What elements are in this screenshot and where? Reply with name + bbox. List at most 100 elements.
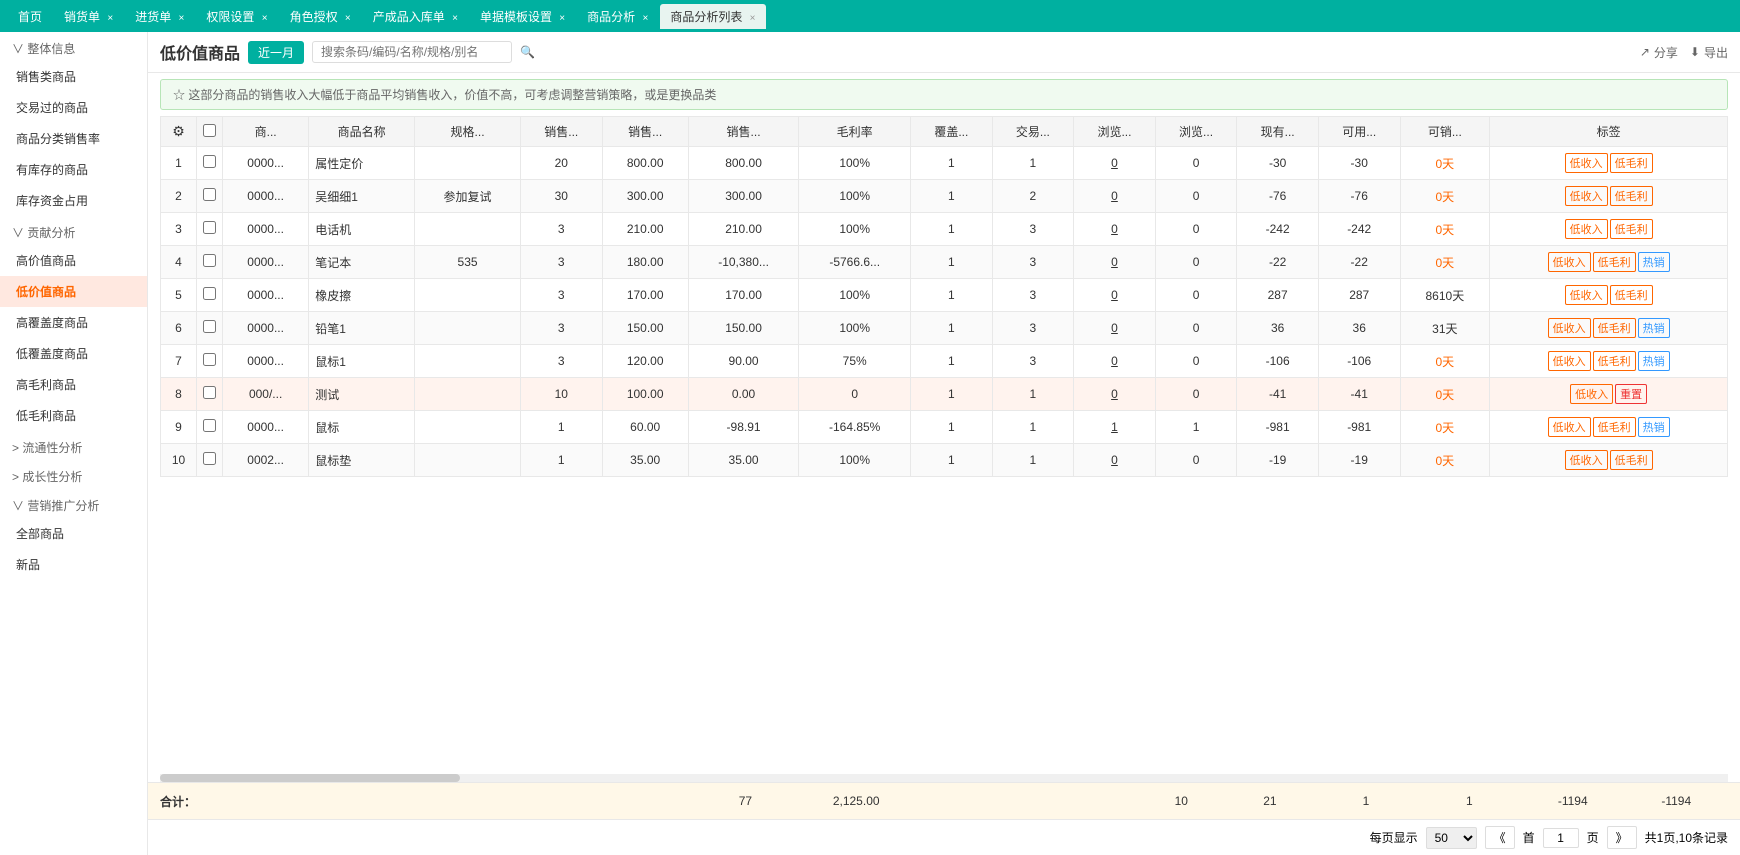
sidebar-group-marketing[interactable]: ∨ 营销推广分析: [0, 489, 147, 518]
view-link[interactable]: 0: [1111, 222, 1118, 236]
share-button[interactable]: ↗ 分享: [1640, 44, 1678, 61]
row-view1[interactable]: 0: [1074, 312, 1156, 345]
sidebar-group-contribution[interactable]: ∨ 贡献分析: [0, 216, 147, 245]
view-link[interactable]: 0: [1111, 255, 1118, 269]
page-number-input[interactable]: [1543, 828, 1579, 848]
nav-product-in[interactable]: 产成品入库单 ×: [363, 4, 468, 29]
row-checkbox-cell[interactable]: [197, 345, 223, 378]
row-checkbox-cell[interactable]: [197, 279, 223, 312]
nav-product-analysis[interactable]: 商品分析 ×: [577, 4, 658, 29]
row-checkbox-cell[interactable]: [197, 444, 223, 477]
sidebar-item-stock-products[interactable]: 有库存的商品: [0, 154, 147, 185]
col-name[interactable]: 商品名称: [309, 117, 415, 147]
sidebar-item-category-rate[interactable]: 商品分类销售率: [0, 123, 147, 154]
row-view1[interactable]: 0: [1074, 444, 1156, 477]
view-link[interactable]: 0: [1111, 189, 1118, 203]
sidebar-item-low-value[interactable]: 低价值商品: [0, 276, 147, 307]
col-sales1[interactable]: 销售...: [520, 117, 602, 147]
close-icon[interactable]: ×: [559, 13, 565, 24]
nav-role[interactable]: 角色授权 ×: [280, 4, 361, 29]
time-filter-button[interactable]: 近一月: [248, 41, 304, 64]
view-link[interactable]: 1: [1111, 420, 1118, 434]
row-checkbox-cell[interactable]: [197, 246, 223, 279]
close-icon[interactable]: ×: [262, 13, 268, 24]
sidebar-item-low-margin[interactable]: 低毛利商品: [0, 400, 147, 431]
row-checkbox-cell[interactable]: [197, 411, 223, 444]
row-checkbox-cell[interactable]: [197, 213, 223, 246]
search-input[interactable]: [312, 41, 512, 63]
col-check-all[interactable]: [197, 117, 223, 147]
close-icon[interactable]: ×: [107, 13, 113, 24]
sidebar-item-stock-fund[interactable]: 库存资金占用: [0, 185, 147, 216]
row-view1[interactable]: 0: [1074, 180, 1156, 213]
row-checkbox[interactable]: [203, 287, 216, 300]
row-checkbox-cell[interactable]: [197, 378, 223, 411]
close-icon[interactable]: ×: [750, 13, 756, 24]
col-code[interactable]: 商...: [223, 117, 309, 147]
col-available[interactable]: 可用...: [1318, 117, 1400, 147]
view-link[interactable]: 0: [1111, 453, 1118, 467]
last-page-button[interactable]: 》: [1607, 826, 1637, 849]
col-tags[interactable]: 标签: [1490, 117, 1728, 147]
col-sales3[interactable]: 销售...: [688, 117, 799, 147]
view-link[interactable]: 0: [1111, 156, 1118, 170]
close-icon[interactable]: ×: [642, 13, 648, 24]
nav-permission[interactable]: 权限设置 ×: [196, 4, 277, 29]
sidebar-group-overall[interactable]: ∨ 整体信息: [0, 32, 147, 61]
sidebar-item-high-coverage[interactable]: 高覆盖度商品: [0, 307, 147, 338]
horizontal-scrollbar[interactable]: [160, 774, 1728, 782]
sidebar-item-all-products[interactable]: 全部商品: [0, 518, 147, 549]
row-view1[interactable]: 0: [1074, 279, 1156, 312]
nav-sales[interactable]: 销货单 ×: [54, 4, 123, 29]
row-checkbox-cell[interactable]: [197, 312, 223, 345]
close-icon[interactable]: ×: [345, 13, 351, 24]
col-sellable[interactable]: 可销...: [1400, 117, 1490, 147]
row-view1[interactable]: 0: [1074, 345, 1156, 378]
close-icon[interactable]: ×: [452, 13, 458, 24]
row-view1[interactable]: 0: [1074, 378, 1156, 411]
row-checkbox-cell[interactable]: [197, 180, 223, 213]
sidebar-item-sales-products[interactable]: 销售类商品: [0, 61, 147, 92]
row-checkbox[interactable]: [203, 320, 216, 333]
col-sales2[interactable]: 销售...: [602, 117, 688, 147]
sidebar-item-traded-products[interactable]: 交易过的商品: [0, 92, 147, 123]
sidebar-item-new-products[interactable]: 新品: [0, 549, 147, 580]
col-view2[interactable]: 浏览...: [1155, 117, 1237, 147]
row-checkbox[interactable]: [203, 188, 216, 201]
view-link[interactable]: 0: [1111, 288, 1118, 302]
col-spec[interactable]: 规格...: [415, 117, 521, 147]
row-view1[interactable]: 0: [1074, 246, 1156, 279]
col-view1[interactable]: 浏览...: [1074, 117, 1156, 147]
first-page-button[interactable]: 《: [1485, 826, 1515, 849]
nav-home[interactable]: 首页: [8, 4, 52, 29]
row-checkbox[interactable]: [203, 419, 216, 432]
sidebar-item-low-coverage[interactable]: 低覆盖度商品: [0, 338, 147, 369]
sidebar-item-high-margin[interactable]: 高毛利商品: [0, 369, 147, 400]
view-link[interactable]: 0: [1111, 321, 1118, 335]
sidebar-item-high-value[interactable]: 高价值商品: [0, 245, 147, 276]
row-checkbox[interactable]: [203, 353, 216, 366]
col-current-stock[interactable]: 现有...: [1237, 117, 1319, 147]
col-gear[interactable]: ⚙: [161, 117, 197, 147]
page-size-select[interactable]: 50 100 200: [1426, 827, 1477, 849]
view-link[interactable]: 0: [1111, 387, 1118, 401]
row-checkbox[interactable]: [203, 386, 216, 399]
row-checkbox[interactable]: [203, 155, 216, 168]
row-view1[interactable]: 0: [1074, 213, 1156, 246]
export-button[interactable]: ⬇ 导出: [1690, 44, 1728, 61]
scrollbar-thumb[interactable]: [160, 774, 460, 782]
row-checkbox[interactable]: [203, 221, 216, 234]
row-view1[interactable]: 1: [1074, 411, 1156, 444]
sidebar-group-flow[interactable]: > 流通性分析: [0, 431, 147, 460]
row-checkbox[interactable]: [203, 452, 216, 465]
search-icon[interactable]: 🔍: [520, 45, 535, 59]
row-checkbox[interactable]: [203, 254, 216, 267]
col-margin[interactable]: 毛利率: [799, 117, 911, 147]
row-view1[interactable]: 0: [1074, 147, 1156, 180]
nav-template[interactable]: 单据模板设置 ×: [470, 4, 575, 29]
nav-purchase[interactable]: 进货单 ×: [125, 4, 194, 29]
sidebar-group-growth[interactable]: > 成长性分析: [0, 460, 147, 489]
nav-product-analysis-list[interactable]: 商品分析列表 ×: [660, 4, 765, 29]
close-icon[interactable]: ×: [179, 13, 185, 24]
view-link[interactable]: 0: [1111, 354, 1118, 368]
